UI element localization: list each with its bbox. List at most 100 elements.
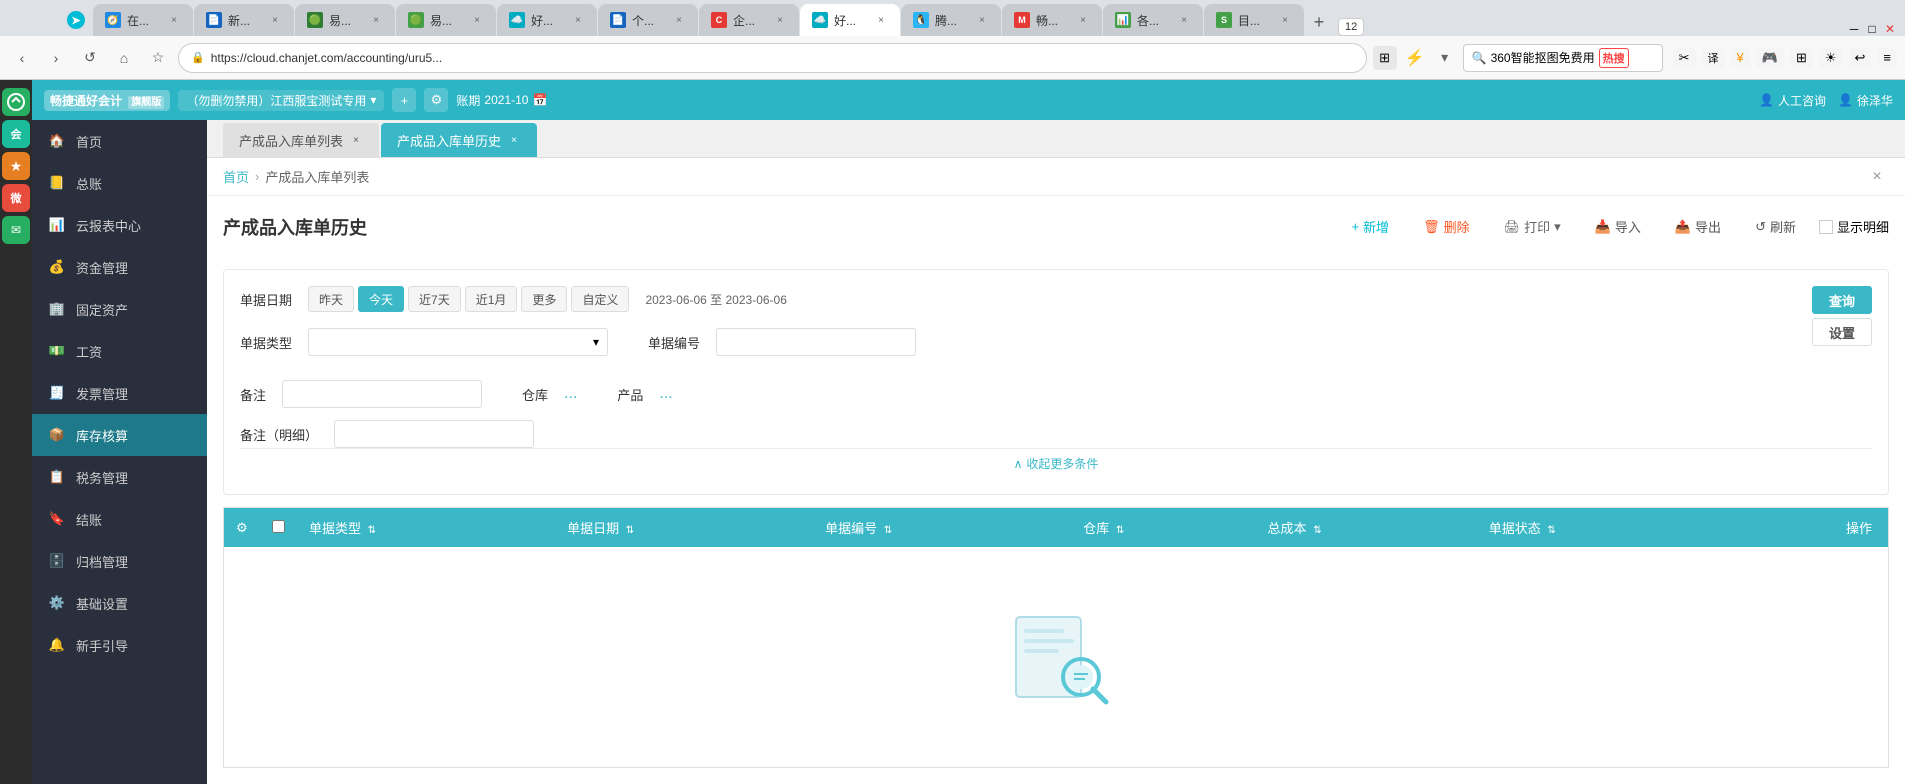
- print-button[interactable]: 🖨 打印 ▾: [1493, 212, 1572, 241]
- consult-button[interactable]: 👤 人工咨询: [1759, 92, 1826, 109]
- tab-close-5[interactable]: ×: [571, 13, 585, 27]
- company-selector[interactable]: （勿删勿禁用）江西服宝测试专用 ▾: [178, 90, 384, 111]
- window-minimize[interactable]: ─: [1847, 22, 1861, 36]
- more-btn[interactable]: ≡: [1877, 48, 1897, 67]
- date-more-btn[interactable]: 更多: [521, 286, 567, 312]
- import-button[interactable]: 📥 导入: [1584, 212, 1652, 241]
- browser-tab-2[interactable]: 📄 新... ×: [194, 4, 294, 36]
- home-button[interactable]: ⌂: [110, 44, 138, 72]
- nav-item-fixed-assets[interactable]: 🏢 固定资产: [32, 288, 207, 330]
- extensions-icon[interactable]: ⊞: [1373, 46, 1397, 70]
- window-maximize[interactable]: □: [1865, 22, 1879, 36]
- tab-close-6[interactable]: ×: [672, 13, 686, 27]
- collapse-button[interactable]: ∧ 收起更多条件: [240, 448, 1872, 478]
- select-all-checkbox[interactable]: [272, 520, 285, 533]
- app-icon-accounting[interactable]: 会: [2, 120, 30, 148]
- th-voucher-date[interactable]: 单据日期 ⇅: [555, 508, 813, 547]
- translate-btn[interactable]: 译: [1702, 48, 1725, 68]
- page-tab-list[interactable]: 产成品入库单列表 ×: [223, 123, 379, 157]
- app-icon-main[interactable]: [2, 88, 30, 116]
- th-total-cost[interactable]: 总成本 ⇅: [1256, 508, 1477, 547]
- th-settings[interactable]: ⚙: [224, 508, 260, 547]
- nav-item-ledger[interactable]: 📒 总账: [32, 162, 207, 204]
- date-custom-btn[interactable]: 自定义: [571, 286, 629, 312]
- browser-tab-12[interactable]: S 目... ×: [1204, 4, 1304, 36]
- browser-tab-1[interactable]: 🧭 在... ×: [93, 4, 193, 36]
- back-button[interactable]: ‹: [8, 44, 36, 72]
- date-last7days-btn[interactable]: 近7天: [408, 286, 461, 312]
- th-voucher-type[interactable]: 单据类型 ⇅: [297, 508, 555, 547]
- delete-button[interactable]: 🗑 删除: [1412, 212, 1481, 241]
- th-voucher-no[interactable]: 单据编号 ⇅: [813, 508, 1071, 547]
- app-icon-star[interactable]: ★: [2, 152, 30, 180]
- date-today-btn[interactable]: 今天: [358, 286, 404, 312]
- address-input[interactable]: 🔒 https://cloud.chanjet.com/accounting/u…: [178, 43, 1367, 73]
- nav-item-tax[interactable]: 📋 税务管理: [32, 456, 207, 498]
- tab-close-8[interactable]: ×: [874, 13, 888, 27]
- tab-close-1[interactable]: ×: [167, 13, 181, 27]
- tab-close-7[interactable]: ×: [773, 13, 787, 27]
- th-voucher-status[interactable]: 单据状态 ⇅: [1477, 508, 1735, 547]
- currency-btn[interactable]: ¥: [1731, 48, 1750, 67]
- voucher-no-input[interactable]: [716, 328, 916, 356]
- note-detail-input[interactable]: [334, 420, 534, 448]
- nav-item-settlement[interactable]: 🔖 结账: [32, 498, 207, 540]
- nav-item-basic-settings[interactable]: ⚙️ 基础设置: [32, 582, 207, 624]
- nav-item-inventory[interactable]: 📦 库存核算: [32, 414, 207, 456]
- search-bar[interactable]: 🔍 360智能抠图免费用 热搜: [1463, 44, 1663, 72]
- grid-btn[interactable]: ⊞: [1790, 48, 1813, 68]
- add-company-button[interactable]: +: [392, 88, 416, 112]
- sun-btn[interactable]: ☀: [1819, 48, 1843, 68]
- app-icon-weibo[interactable]: 微: [2, 184, 30, 212]
- export-button[interactable]: 📤 导出: [1664, 212, 1732, 241]
- page-tab-history-close[interactable]: ×: [507, 133, 521, 147]
- show-fields-checkbox[interactable]: [1819, 220, 1833, 234]
- dropdown-icon[interactable]: ▾: [1433, 46, 1457, 70]
- new-tab-button[interactable]: +: [1305, 8, 1333, 36]
- search-button[interactable]: 查询: [1812, 286, 1872, 314]
- th-checkbox[interactable]: [260, 508, 297, 547]
- breadcrumb-home[interactable]: 首页: [223, 167, 249, 186]
- lightning-icon[interactable]: ⚡: [1403, 46, 1427, 70]
- add-button[interactable]: + 新增: [1340, 212, 1400, 241]
- browser-tab-11[interactable]: 📊 各... ×: [1103, 4, 1203, 36]
- app-icon-mail[interactable]: ✉: [2, 216, 30, 244]
- bookmark-button[interactable]: ☆: [144, 44, 172, 72]
- page-tab-history[interactable]: 产成品入库单历史 ×: [381, 123, 537, 157]
- scissors-btn[interactable]: ✂: [1673, 48, 1696, 68]
- window-close[interactable]: ✕: [1883, 22, 1897, 36]
- date-yesterday-btn[interactable]: 昨天: [308, 286, 354, 312]
- browser-tab-7[interactable]: C 企... ×: [699, 4, 799, 36]
- date-last1month-btn[interactable]: 近1月: [465, 286, 518, 312]
- user-menu[interactable]: 👤 徐泽华: [1838, 92, 1893, 109]
- show-fields-toggle[interactable]: 显示明细: [1819, 217, 1889, 236]
- browser-tab-6[interactable]: 📄 个... ×: [598, 4, 698, 36]
- inner-page-close-button[interactable]: ×: [1865, 165, 1889, 189]
- page-tab-list-close[interactable]: ×: [349, 133, 363, 147]
- th-warehouse[interactable]: 仓库 ⇅: [1071, 508, 1255, 547]
- tab-close-9[interactable]: ×: [975, 13, 989, 27]
- refresh-page-button[interactable]: ↺ 刷新: [1744, 212, 1807, 241]
- browser-tab-3[interactable]: 🟢 易... ×: [295, 4, 395, 36]
- tab-close-11[interactable]: ×: [1177, 13, 1191, 27]
- tab-close-3[interactable]: ×: [369, 13, 383, 27]
- restore-btn[interactable]: ↩: [1849, 48, 1872, 68]
- tab-close-10[interactable]: ×: [1076, 13, 1090, 27]
- browser-tab-8[interactable]: ☁️ 好... ×: [800, 4, 900, 36]
- settings-gear-icon[interactable]: ⚙: [424, 88, 448, 112]
- browser-tab-10[interactable]: M 畅... ×: [1002, 4, 1102, 36]
- browser-tab-9[interactable]: 🐧 腾... ×: [901, 4, 1001, 36]
- nav-item-cloud-report[interactable]: 📊 云报表中心: [32, 204, 207, 246]
- tab-close-4[interactable]: ×: [470, 13, 484, 27]
- nav-item-archive[interactable]: 🗄️ 归档管理: [32, 540, 207, 582]
- forward-button[interactable]: ›: [42, 44, 70, 72]
- product-picker[interactable]: ...: [659, 385, 672, 403]
- voucher-type-select[interactable]: ▾: [308, 328, 608, 356]
- nav-item-home[interactable]: 🏠 首页: [32, 120, 207, 162]
- note-input[interactable]: [282, 380, 482, 408]
- tab-close-2[interactable]: ×: [268, 13, 282, 27]
- refresh-button[interactable]: ↺: [76, 44, 104, 72]
- browser-tab-5[interactable]: ☁️ 好... ×: [497, 4, 597, 36]
- browser-tab-4[interactable]: 🟢 易... ×: [396, 4, 496, 36]
- game-btn[interactable]: 🎮: [1756, 48, 1784, 68]
